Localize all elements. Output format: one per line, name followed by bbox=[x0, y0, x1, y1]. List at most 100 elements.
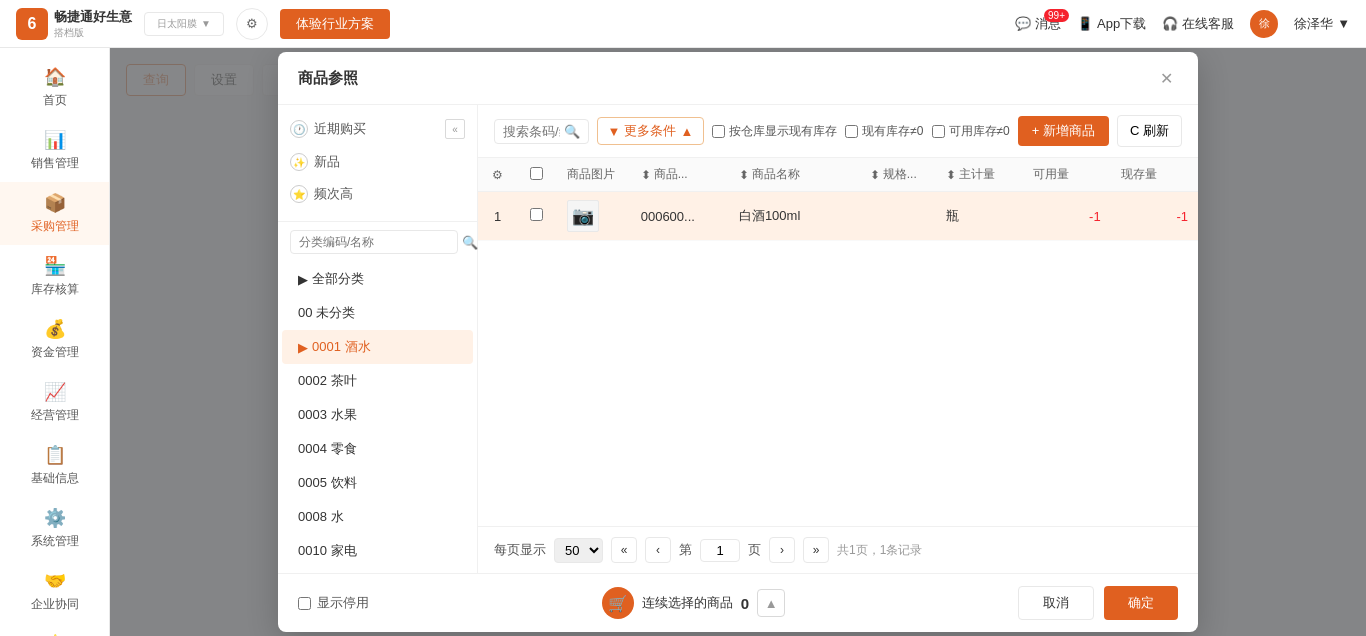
checkbox-nonzero-stock[interactable]: 现有库存≠0 bbox=[845, 123, 923, 140]
headset-icon: 🎧 bbox=[1162, 16, 1178, 31]
goods-search-box: 🔍 bbox=[494, 119, 589, 144]
inventory-icon: 🏪 bbox=[44, 255, 66, 277]
last-page-button[interactable]: » bbox=[803, 537, 829, 563]
cell-code: 000600... bbox=[631, 192, 729, 241]
filter-button[interactable]: ▼ 更多条件 ▲ bbox=[597, 117, 705, 145]
cell-checkbox[interactable] bbox=[517, 192, 556, 241]
modal-footer: 显示停用 🛒 连续选择的商品 0 ▲ 取消 确定 bbox=[278, 573, 1198, 632]
cat-item-snack[interactable]: 0004 零食 bbox=[282, 432, 473, 466]
confirm-button[interactable]: 确定 bbox=[1104, 586, 1178, 620]
show-disabled-checkbox[interactable]: 显示停用 bbox=[298, 594, 369, 612]
cat-item-fruit[interactable]: 0003 水果 bbox=[282, 398, 473, 432]
left-panel: 🕐 近期购买 « ✨ 新品 ⭐ 频次高 bbox=[278, 105, 478, 573]
sidebar: 🏠 首页 📊 销售管理 📦 采购管理 🏪 库存核算 💰 资金管理 📈 经营管理 … bbox=[0, 48, 110, 636]
sales-icon: 📊 bbox=[44, 129, 66, 151]
goods-table: ⚙ 商品图片 ⬍ 商品... bbox=[478, 158, 1198, 241]
quick-nav: 🕐 近期购买 « ✨ 新品 ⭐ 频次高 bbox=[278, 113, 477, 209]
cat-item-appliance[interactable]: 0010 家电 bbox=[282, 534, 473, 565]
enterprise-icon: 🤝 bbox=[44, 570, 66, 592]
th-stock[interactable]: 现存量 bbox=[1111, 158, 1198, 192]
sidebar-item-business[interactable]: 📈 经营管理 bbox=[0, 371, 109, 434]
right-panel: 🔍 ▼ 更多条件 ▲ 按仓库显示现有库存 bbox=[478, 105, 1198, 573]
basic-icon: 📋 bbox=[44, 444, 66, 466]
cat-item-uncategorized[interactable]: 00 未分类 bbox=[282, 296, 473, 330]
cat-item-all[interactable]: ▶ 全部分类 bbox=[282, 262, 473, 296]
cat-item-drink[interactable]: 0005 饮料 bbox=[282, 466, 473, 500]
app-icon: 📱 bbox=[1077, 16, 1093, 31]
content-area: 查询 设置 刷新 商品参照 ✕ 🕐 bbox=[110, 48, 1366, 636]
sidebar-item-guide[interactable]: 🌟 新手引导 bbox=[0, 623, 109, 636]
sidebar-item-inventory[interactable]: 🏪 库存核算 bbox=[0, 245, 109, 308]
refresh-button[interactable]: C 刷新 bbox=[1117, 115, 1182, 147]
th-checkbox[interactable] bbox=[517, 158, 556, 192]
add-goods-button[interactable]: + 新增商品 bbox=[1018, 116, 1109, 146]
sidebar-item-system[interactable]: ⚙️ 系统管理 bbox=[0, 497, 109, 560]
new-icon: ✨ bbox=[290, 153, 308, 171]
sidebar-item-sales[interactable]: 📊 销售管理 bbox=[0, 119, 109, 182]
finance-icon: 💰 bbox=[44, 318, 66, 340]
th-spec[interactable]: ⬍ 规格... bbox=[860, 158, 936, 192]
gear-button[interactable]: ⚙ bbox=[236, 8, 268, 40]
sort-code-icon: ⬍ bbox=[641, 168, 651, 182]
logo-text: 畅捷通好生意 搭档版 bbox=[54, 8, 132, 40]
disabled-checkbox-input[interactable] bbox=[298, 597, 311, 610]
home-icon: 🏠 bbox=[44, 66, 66, 88]
cart-collapse-button[interactable]: ▲ bbox=[757, 589, 785, 617]
page-total-info: 共1页，1条记录 bbox=[837, 542, 922, 559]
th-name[interactable]: ⬍ 商品名称 bbox=[729, 158, 860, 192]
quick-frequent[interactable]: ⭐ 频次高 bbox=[278, 179, 477, 209]
select-all-checkbox[interactable] bbox=[530, 167, 543, 180]
chevron-up-icon: ▲ bbox=[680, 124, 693, 139]
table-row[interactable]: 1 📷 000600... 白酒100ml 瓶 bbox=[478, 192, 1198, 241]
cat-item-liquor[interactable]: ▶ 0001 酒水 bbox=[282, 330, 473, 364]
cat-item-tea[interactable]: 0002 茶叶 bbox=[282, 364, 473, 398]
first-page-button[interactable]: « bbox=[611, 537, 637, 563]
page-size-select[interactable]: 50 bbox=[554, 538, 603, 563]
cart-icon[interactable]: 🛒 bbox=[602, 587, 634, 619]
purchase-icon: 📦 bbox=[44, 192, 66, 214]
goods-reference-modal: 商品参照 ✕ 🕐 近期购买 « ✨ bbox=[278, 52, 1198, 632]
th-code[interactable]: ⬍ 商品... bbox=[631, 158, 729, 192]
prev-page-button[interactable]: ‹ bbox=[645, 537, 671, 563]
modal-title: 商品参照 bbox=[298, 69, 358, 88]
logo-icon: 6 bbox=[16, 8, 48, 40]
th-unit[interactable]: ⬍ 主计量 bbox=[936, 158, 1023, 192]
checkbox-nonzero-avail[interactable]: 可用库存≠0 bbox=[932, 123, 1010, 140]
sort-spec-icon: ⬍ bbox=[870, 168, 880, 182]
message-icon: 💬 bbox=[1015, 16, 1031, 31]
nav-message[interactable]: 💬 消息 99+ bbox=[1015, 15, 1061, 33]
sidebar-item-purchase[interactable]: 📦 采购管理 bbox=[0, 182, 109, 245]
category-search-icon[interactable]: 🔍 bbox=[462, 235, 478, 250]
sidebar-item-home[interactable]: 🏠 首页 bbox=[0, 56, 109, 119]
star-icon: ⭐ bbox=[290, 185, 308, 203]
category-search-input[interactable] bbox=[290, 230, 458, 254]
goods-table-area: ⚙ 商品图片 ⬍ 商品... bbox=[478, 158, 1198, 526]
logo-area: 6 畅捷通好生意 搭档版 bbox=[16, 8, 132, 40]
business-icon: 📈 bbox=[44, 381, 66, 403]
row-checkbox[interactable] bbox=[530, 208, 543, 221]
modal-close-button[interactable]: ✕ bbox=[1154, 66, 1178, 90]
pagination: 每页显示 50 « ‹ 第 页 › » 共1页，1条记录 bbox=[478, 526, 1198, 573]
cancel-button[interactable]: 取消 bbox=[1018, 586, 1094, 620]
quick-recent-purchase[interactable]: 🕐 近期购买 « bbox=[278, 113, 477, 145]
nav-user[interactable]: 徐泽华 ▼ bbox=[1294, 15, 1350, 33]
goods-search-input[interactable] bbox=[503, 124, 560, 139]
th-settings[interactable]: ⚙ bbox=[478, 158, 517, 192]
nav-selector[interactable]: 日太阳膜 ▼ bbox=[144, 12, 224, 36]
th-avail[interactable]: 可用量 bbox=[1023, 158, 1110, 192]
cat-item-water[interactable]: 0008 水 bbox=[282, 500, 473, 534]
checkbox-warehouse-stock[interactable]: 按仓库显示现有库存 bbox=[712, 123, 837, 140]
nav-app-download[interactable]: 📱 App下载 bbox=[1077, 15, 1146, 33]
quick-new-goods[interactable]: ✨ 新品 bbox=[278, 147, 477, 177]
cell-spec bbox=[860, 192, 936, 241]
sidebar-item-basic[interactable]: 📋 基础信息 bbox=[0, 434, 109, 497]
try-industry-button[interactable]: 体验行业方案 bbox=[280, 9, 390, 39]
sidebar-item-finance[interactable]: 💰 资金管理 bbox=[0, 308, 109, 371]
next-page-button[interactable]: › bbox=[769, 537, 795, 563]
page-number-input[interactable] bbox=[700, 539, 740, 562]
nav-service[interactable]: 🎧 在线客服 bbox=[1162, 15, 1234, 33]
sidebar-item-enterprise[interactable]: 🤝 企业协同 bbox=[0, 560, 109, 623]
search-icon[interactable]: 🔍 bbox=[564, 124, 580, 139]
cat-arrow-liquor: ▶ bbox=[298, 340, 308, 355]
collapse-left-button[interactable]: « bbox=[445, 119, 465, 139]
